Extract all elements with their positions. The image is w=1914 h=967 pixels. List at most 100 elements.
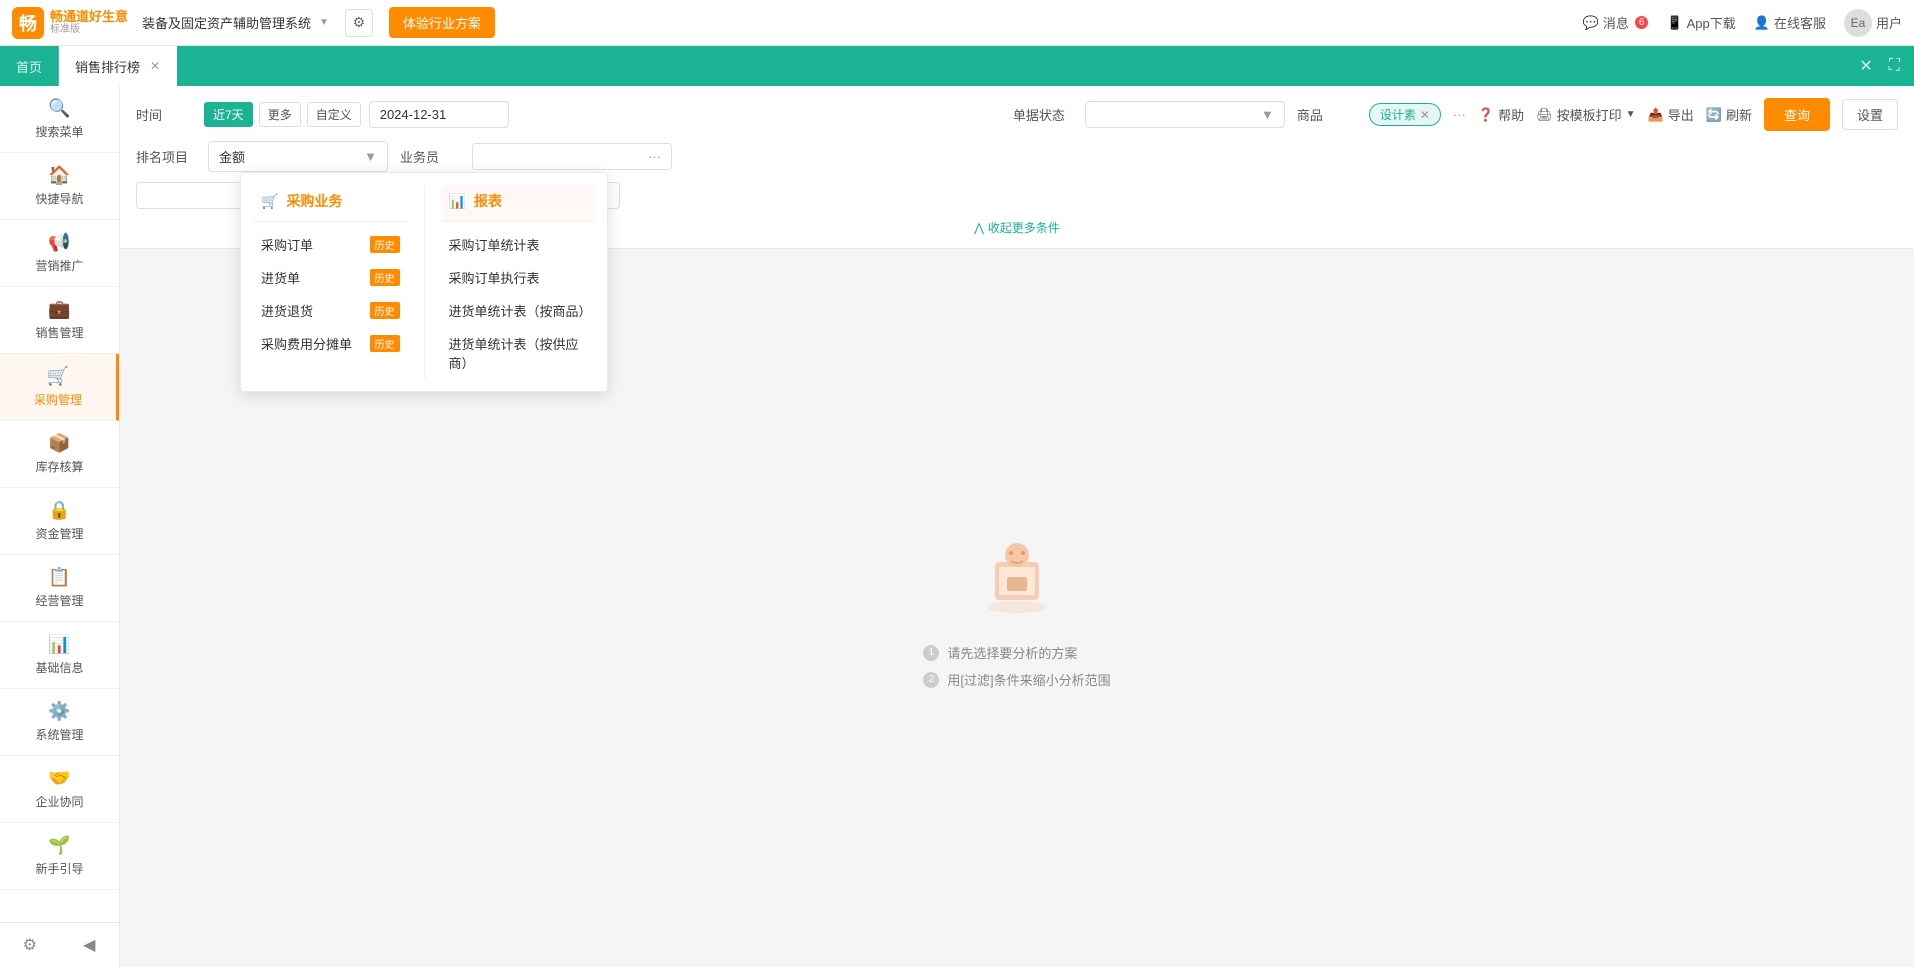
rank-label: 排名项目	[136, 147, 196, 166]
top-bar: 畅 畅通道好生意 标准版 装备及固定资产辅助管理系统 ▼ ⚙ 体验行业方案 💬 …	[0, 0, 1914, 46]
search-icon: 🔍	[48, 98, 70, 119]
dropdown-menu: 🛒 采购业务 采购订单 历史 进货单 历史 进货退货 历史 采购费用分摊单	[240, 172, 608, 392]
filter-row-2: 排名项目 金额 ▼ 业务员 ···	[136, 141, 1898, 172]
dropdown-item-report-1-label: 采购订单统计表	[449, 235, 540, 254]
phone-icon: 📱	[1666, 15, 1682, 31]
tab-close-btn[interactable]: ✕	[1853, 52, 1878, 80]
dropdown-item-report-3-label: 进货单统计表（按商品）	[449, 301, 588, 320]
help-button[interactable]: ❓ 帮助	[1478, 105, 1524, 124]
rank-select[interactable]: 金额 ▼	[208, 141, 388, 172]
toolbar-row: 时间 近7天 更多 自定义 2024-12-31 单据状态 ▼ 商品	[136, 98, 1898, 131]
tab-home[interactable]: 首页	[0, 46, 59, 86]
dropdown-item-purchase-order-label: 采购订单	[261, 235, 313, 254]
goods-more-btn[interactable]: ···	[1453, 107, 1466, 122]
settings-icon[interactable]: ⚙	[345, 9, 373, 37]
sidebar-settings-button[interactable]: ⚙	[0, 923, 60, 967]
service-icon: 👤	[1754, 15, 1770, 31]
sidebar-item-inventory[interactable]: 📦 库存核算	[0, 421, 119, 488]
enterprise-icon: 🤝	[48, 768, 70, 789]
finance-icon: 🔒	[48, 500, 70, 521]
user-button[interactable]: Ea 用户	[1844, 9, 1902, 37]
goods-tag-close[interactable]: ✕	[1420, 108, 1430, 122]
sidebar-item-sales[interactable]: 💼 销售管理	[0, 287, 119, 354]
tab-close-icon[interactable]: ✕	[150, 59, 160, 73]
online-service-button[interactable]: 👤 在线客服	[1754, 13, 1826, 32]
sidebar-item-operations[interactable]: 📋 经营管理	[0, 555, 119, 622]
refresh-button[interactable]: 🔄 刷新	[1706, 105, 1752, 124]
doc-status-arrow: ▼	[1261, 107, 1274, 122]
sidebar-item-beginner[interactable]: 🌱 新手引导	[0, 823, 119, 890]
dropdown-item-report-2-label: 采购订单执行表	[449, 268, 540, 287]
hint1-dot: 1	[923, 645, 939, 661]
tab-right-buttons: ✕ ⛶	[1853, 46, 1914, 86]
date-label: 时间	[136, 105, 196, 124]
date-end-input[interactable]: 2024-12-31	[369, 101, 509, 128]
sidebar-item-search[interactable]: 🔍 搜索菜单	[0, 86, 119, 153]
collapse-label: 收起更多条件	[988, 219, 1060, 236]
sidebar-item-finance[interactable]: 🔒 资金管理	[0, 488, 119, 555]
sidebar-item-quick-nav[interactable]: 🏠 快捷导航	[0, 153, 119, 220]
dropdown-item-incoming[interactable]: 进货单 历史	[253, 261, 408, 294]
logo-sub: 标准版	[50, 24, 128, 36]
purchase-icon: 🛒	[47, 366, 69, 387]
dropdown-divider	[424, 185, 425, 379]
dropdown-item-incoming-label: 进货单	[261, 268, 300, 287]
sidebar-item-basic[interactable]: 📊 基础信息	[0, 622, 119, 689]
sidebar-label-quick-nav: 快捷导航	[35, 190, 83, 207]
print-button[interactable]: 🖨 按模板打印 ▼	[1536, 105, 1635, 124]
tab-maximize-btn[interactable]: ⛶	[1883, 53, 1906, 79]
sidebar-label-operations: 经营管理	[35, 592, 83, 609]
date-end-value: 2024-12-31	[380, 107, 447, 122]
system-icon: ⚙️	[48, 701, 70, 722]
date-btn-more[interactable]: 更多	[259, 102, 301, 127]
sidebar-item-purchase[interactable]: 🛒 采购管理	[0, 354, 119, 421]
query-button[interactable]: 查询	[1764, 98, 1830, 131]
sidebar-item-system[interactable]: ⚙️ 系统管理	[0, 689, 119, 756]
refresh-icon: 🔄	[1706, 107, 1722, 123]
dropdown-item-report-4[interactable]: 进货单统计表（按供应商）	[441, 327, 596, 379]
content-area: 时间 近7天 更多 自定义 2024-12-31 单据状态 ▼ 商品	[120, 86, 1914, 967]
dropdown-purchase-title: 🛒 采购业务	[253, 185, 408, 222]
avatar-initials: Ea	[1851, 16, 1866, 30]
app-download-button[interactable]: 📱 App下载	[1666, 13, 1735, 32]
sidebar-collapse-button[interactable]: ◀	[60, 923, 120, 967]
sidebar-item-enterprise[interactable]: 🤝 企业协同	[0, 756, 119, 823]
dropdown-item-report-1[interactable]: 采购订单统计表	[441, 228, 596, 261]
sidebar: 🔍 搜索菜单 🏠 快捷导航 📢 营销推广 💼 销售管理 🛒 采购管理 📦 库存核…	[0, 86, 120, 967]
beginner-icon: 🌱	[48, 835, 70, 856]
doc-status-select[interactable]: ▼	[1085, 101, 1285, 128]
export-button[interactable]: 📤 导出	[1648, 105, 1694, 124]
set-button[interactable]: 设置	[1842, 99, 1898, 130]
dropdown-item-report-3[interactable]: 进货单统计表（按商品）	[441, 294, 596, 327]
dropdown-purchase-col: 🛒 采购业务 采购订单 历史 进货单 历史 进货退货 历史 采购费用分摊单	[241, 185, 420, 379]
avatar: Ea	[1844, 9, 1872, 37]
sidebar-item-marketing[interactable]: 📢 营销推广	[0, 220, 119, 287]
tab-bar: 首页 销售排行榜 ✕ ✕ ⛶	[0, 46, 1914, 86]
sidebar-label-purchase: 采购管理	[34, 391, 82, 408]
date-btn-custom[interactable]: 自定义	[307, 102, 361, 127]
salesperson-more: ···	[648, 149, 661, 164]
sales-icon: 💼	[48, 299, 70, 320]
dropdown-item-expense[interactable]: 采购费用分摊单 历史	[253, 327, 408, 360]
dropdown-report-title: 📊 报表	[441, 185, 596, 222]
dropdown-purchase-title-text: 采购业务	[286, 191, 342, 211]
industry-button[interactable]: 体验行业方案	[389, 7, 495, 38]
dropdown-item-purchase-order[interactable]: 采购订单 历史	[253, 228, 408, 261]
message-button[interactable]: 💬 消息 6	[1583, 13, 1649, 32]
dropdown-arrow-icon[interactable]: ▼	[319, 17, 329, 28]
salesperson-select[interactable]: ···	[472, 143, 672, 170]
message-label: 消息	[1603, 13, 1629, 32]
sidebar-label-finance: 资金管理	[35, 525, 83, 542]
tab-sales-rank[interactable]: 销售排行榜 ✕	[59, 46, 177, 86]
print-label: 按模板打印	[1557, 105, 1622, 124]
main-layout: 🔍 搜索菜单 🏠 快捷导航 📢 营销推广 💼 销售管理 🛒 采购管理 📦 库存核…	[0, 86, 1914, 967]
dropdown-item-report-2[interactable]: 采购订单执行表	[441, 261, 596, 294]
hist-badge-2: 历史	[370, 302, 400, 319]
dropdown-item-return[interactable]: 进货退货 历史	[253, 294, 408, 327]
logo-title: 畅通道好生意	[50, 9, 128, 25]
salesperson-label: 业务员	[400, 147, 460, 166]
logo-icon: 畅	[12, 7, 44, 39]
export-icon: 📤	[1648, 107, 1664, 123]
date-btn-7days[interactable]: 近7天	[204, 102, 253, 127]
dropdown-item-report-4-label: 进货单统计表（按供应商）	[449, 334, 588, 372]
